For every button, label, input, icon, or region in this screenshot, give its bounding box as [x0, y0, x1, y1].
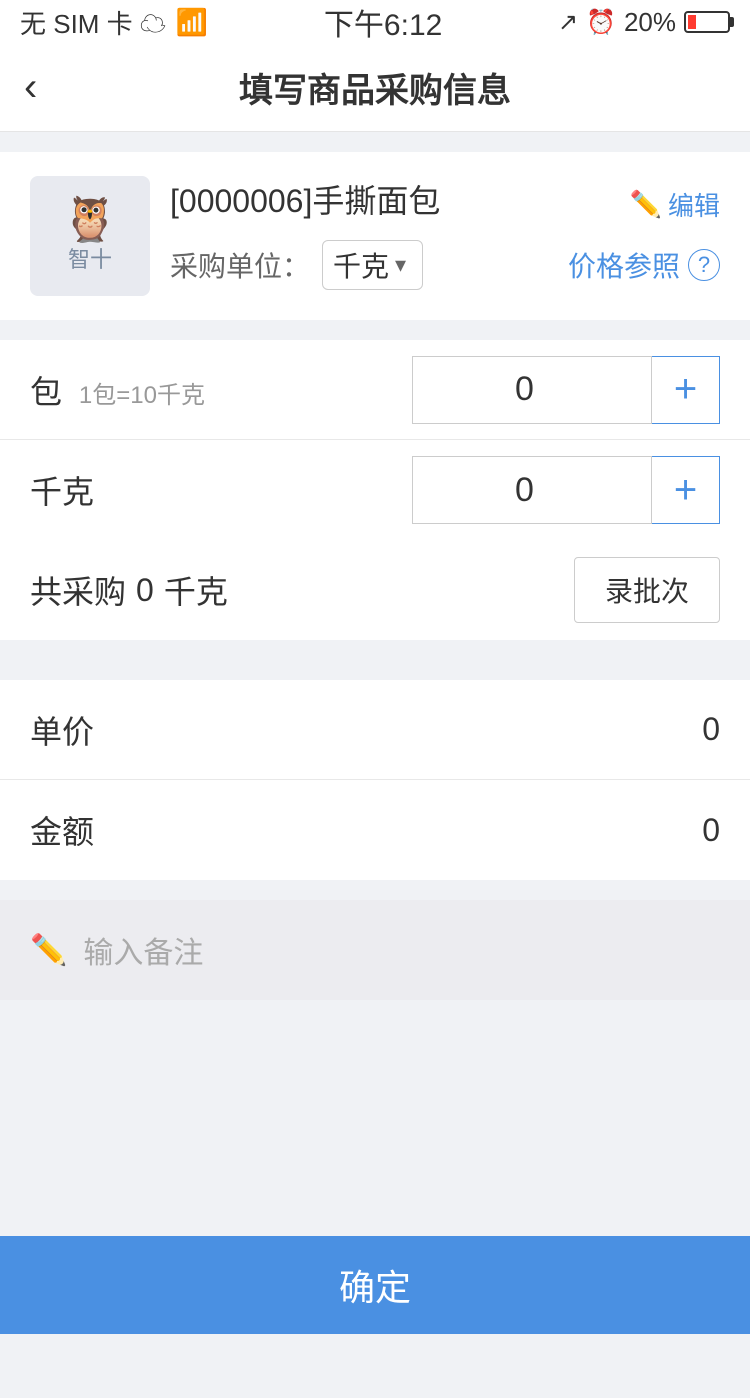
kg-plus-button[interactable]: +	[652, 456, 720, 524]
unit-price-value: 0	[702, 711, 720, 748]
pack-input-right: +	[412, 356, 720, 424]
total-prefix: 共采购	[30, 567, 126, 613]
edit-label: 编辑	[668, 186, 720, 223]
total-value: 0	[136, 572, 154, 609]
confirm-button[interactable]: 确定	[0, 1236, 750, 1334]
input-section: 包 1包=10千克 + 千克 +	[0, 340, 750, 540]
edit-button[interactable]: ✏️ 编辑	[630, 186, 720, 223]
total-unit: 千克	[164, 567, 228, 613]
divider-1	[0, 320, 750, 340]
chevron-down-icon: ▾	[395, 252, 406, 278]
kg-label: 千克	[30, 474, 94, 510]
status-right: ↗ ⏰ 20%	[558, 7, 730, 38]
unit-price-label: 单价	[30, 707, 94, 753]
total-section: 共采购 0 千克 录批次	[0, 540, 750, 640]
kg-qty-input[interactable]	[412, 456, 652, 524]
pencil-icon: ✏️	[30, 933, 67, 968]
unit-row: 采购单位： 千克 ▾	[170, 240, 423, 290]
status-time: 下午6:12	[324, 0, 442, 44]
divider-2	[0, 640, 750, 660]
kg-label-group: 千克	[30, 467, 94, 513]
edit-icon: ✏️	[630, 189, 662, 220]
nav-bar: ‹ 填写商品采购信息	[0, 44, 750, 132]
amount-value: 0	[702, 812, 720, 849]
pack-input-row: 包 1包=10千克 +	[0, 340, 750, 440]
unit-label: 采购单位：	[170, 245, 310, 285]
status-left: 无 SIM 卡 ☁ 📶	[20, 4, 208, 41]
wifi-icon: 📶	[176, 7, 208, 38]
battery-icon	[684, 11, 730, 33]
product-image: 🦉 智十	[30, 176, 150, 296]
price-section: 单价 0 金额 0	[0, 680, 750, 880]
kg-input-right: +	[412, 456, 720, 524]
product-card: 🦉 智十 [0000006]手撕面包 采购单位： 千克 ▾ 价格参照 ? ✏️ …	[0, 152, 750, 320]
unit-value: 千克	[333, 245, 389, 285]
no-sim-text: 无 SIM 卡 ☁	[20, 4, 166, 41]
location-icon: ↗	[558, 8, 578, 37]
pack-label: 包	[30, 374, 62, 410]
total-label-group: 共采购 0 千克	[30, 567, 228, 613]
price-ref-label: 价格参照	[568, 245, 680, 285]
amount-label: 金额	[30, 807, 94, 853]
unit-select[interactable]: 千克 ▾	[322, 240, 423, 290]
status-bar: 无 SIM 卡 ☁ 📶 下午6:12 ↗ ⏰ 20%	[0, 0, 750, 44]
pack-sublabel: 1包=10千克	[79, 382, 205, 409]
record-batch-button[interactable]: 录批次	[574, 557, 720, 623]
help-icon: ?	[688, 249, 720, 281]
pack-plus-button[interactable]: +	[652, 356, 720, 424]
product-owl-icon: 🦉	[63, 198, 118, 242]
back-button[interactable]: ‹	[24, 65, 37, 110]
price-ref-button[interactable]: 价格参照 ?	[568, 245, 720, 285]
remark-placeholder: 输入备注	[83, 928, 203, 972]
amount-row: 金额 0	[0, 780, 750, 880]
product-logo-text: 智十	[68, 242, 112, 274]
product-meta: 采购单位： 千克 ▾ 价格参照 ?	[170, 240, 720, 290]
unit-price-row: 单价 0	[0, 680, 750, 780]
pack-label-group: 包 1包=10千克	[30, 367, 205, 413]
battery-percent: 20%	[624, 7, 676, 38]
alarm-icon: ⏰	[586, 8, 616, 37]
confirm-label: 确定	[339, 1259, 411, 1311]
kg-input-row: 千克 +	[0, 440, 750, 540]
remark-section[interactable]: ✏️ 输入备注	[0, 900, 750, 1000]
page-title: 填写商品采购信息	[239, 63, 511, 112]
pack-qty-input[interactable]	[412, 356, 652, 424]
